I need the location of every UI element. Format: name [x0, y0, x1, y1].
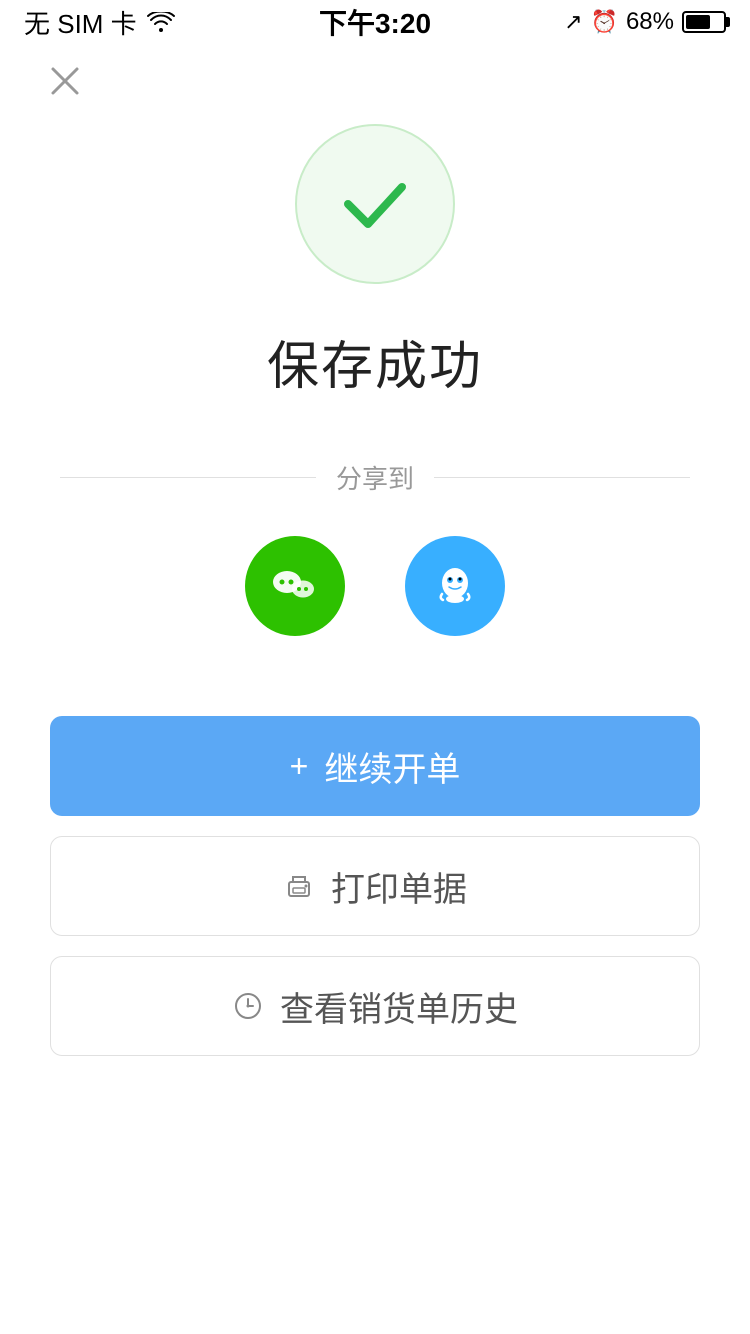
share-label: 分享到: [316, 459, 434, 496]
divider-line-left: [60, 477, 316, 478]
history-icon: [232, 990, 264, 1022]
close-icon: [47, 63, 83, 99]
status-right: ↗ ⏰ 68%: [564, 8, 726, 36]
action-buttons: + 继续开单 打印单据: [0, 716, 750, 1056]
status-time: 下午3:20: [319, 2, 431, 42]
main-content: 保存成功 分享到: [0, 44, 750, 1334]
history-label: 查看销货单历史: [280, 982, 518, 1031]
print-icon: [283, 870, 315, 902]
share-wechat-button[interactable]: [245, 536, 345, 636]
battery-icon: [682, 11, 726, 33]
history-button[interactable]: 查看销货单历史: [50, 956, 700, 1056]
share-icons: [245, 536, 505, 636]
status-carrier: 无 SIM 卡: [24, 4, 175, 41]
continue-label: 继续开单: [324, 742, 460, 791]
qq-icon: [425, 556, 485, 616]
success-icon-circle: [295, 124, 455, 284]
plus-icon: +: [290, 748, 309, 785]
continue-button[interactable]: + 继续开单: [50, 716, 700, 816]
print-button[interactable]: 打印单据: [50, 836, 700, 936]
status-bar: 无 SIM 卡 下午3:20 ↗ ⏰ 68%: [0, 0, 750, 44]
checkmark-icon: [330, 159, 420, 249]
alarm-icon: ⏰: [591, 9, 618, 35]
wifi-icon: [147, 12, 175, 32]
close-button[interactable]: [40, 56, 90, 106]
share-divider: 分享到: [0, 459, 750, 496]
wechat-icon: [265, 556, 325, 616]
battery-percent: 68%: [626, 8, 674, 36]
location-icon: ↗: [564, 9, 582, 35]
print-label: 打印单据: [331, 862, 467, 911]
carrier-text: 无 SIM 卡: [24, 4, 137, 41]
success-title: 保存成功: [267, 324, 483, 399]
share-qq-button[interactable]: [405, 536, 505, 636]
divider-line-right: [434, 477, 690, 478]
